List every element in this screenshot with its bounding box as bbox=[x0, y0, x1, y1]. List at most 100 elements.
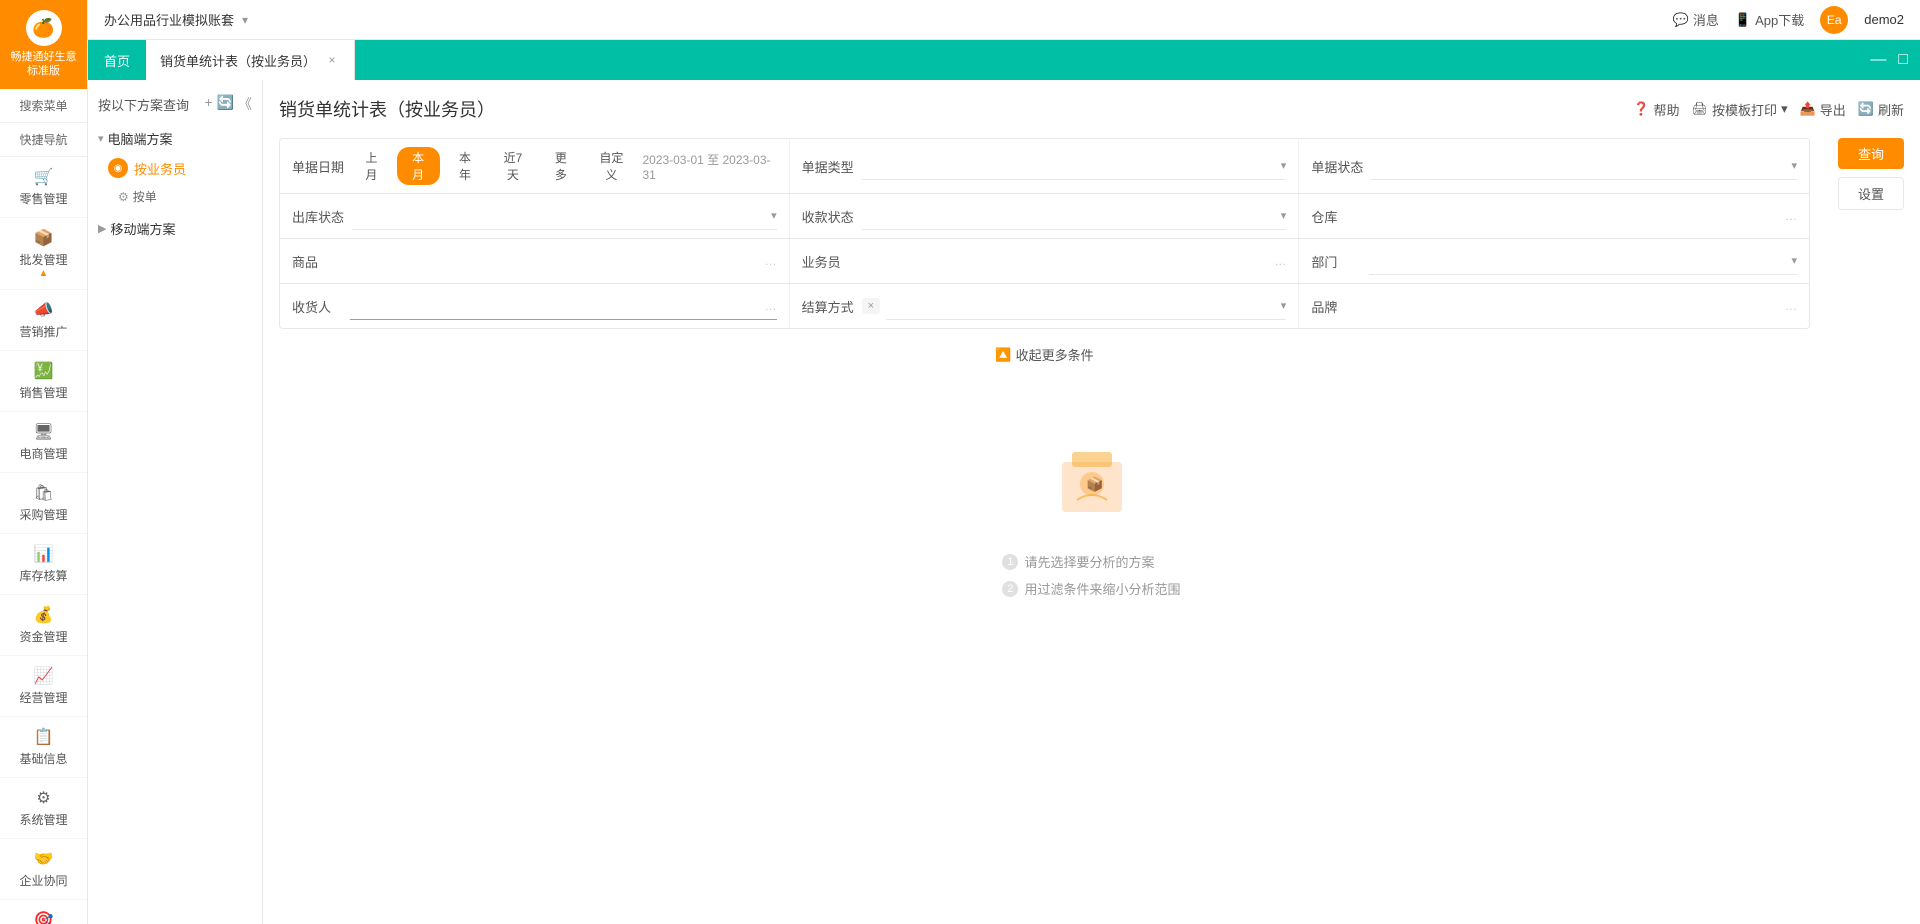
header-dropdown-icon[interactable]: ▾ bbox=[242, 13, 248, 27]
sidebar-item-marketing[interactable]: 📣 营销推广 bbox=[0, 290, 87, 351]
filter-brand-cell: 品牌 … bbox=[1299, 284, 1809, 328]
sidebar-item-operations[interactable]: 📈 经营管理 bbox=[0, 656, 87, 717]
retail-label: 零售管理 bbox=[19, 190, 67, 207]
scheme-salesperson-item[interactable]: ◉ 按业务员 bbox=[88, 153, 262, 183]
empty-state: 📦 1 请先选择要分析的方案 2 用过滤条件来缩小分析范围 bbox=[279, 372, 1904, 658]
mobile-section-label: 移动端方案 bbox=[110, 219, 175, 238]
receiver-label: 收货人 bbox=[292, 297, 342, 316]
filter-receive-status-cell: 收款状态 ▾ bbox=[790, 194, 1300, 238]
doc-status-arrow: ▾ bbox=[1791, 159, 1797, 172]
settings-button[interactable]: 设置 bbox=[1838, 177, 1904, 210]
salesperson-input[interactable]: … bbox=[860, 247, 1287, 275]
date-filter-group: 上月 本月 本年 近7天 更多 自定义 2023-03-01 至 2023-03… bbox=[352, 147, 777, 185]
receiver-dots[interactable]: … bbox=[765, 299, 777, 313]
filter-section: 单据日期 上月 本月 本年 近7天 更多 自定义 2023-03-01 至 20… bbox=[279, 138, 1810, 329]
user-avatar[interactable]: Ea bbox=[1820, 6, 1848, 34]
salesperson-dots[interactable]: … bbox=[1274, 254, 1286, 268]
finance-label: 资金管理 bbox=[19, 628, 67, 645]
product-input[interactable]: … bbox=[350, 247, 777, 275]
brand-dots[interactable]: … bbox=[1785, 299, 1797, 313]
date-this-month-btn[interactable]: 本月 bbox=[397, 147, 440, 185]
tip-text-1: 请先选择要分析的方案 bbox=[1024, 552, 1154, 571]
svg-text:📦: 📦 bbox=[1086, 476, 1103, 493]
doc-type-select[interactable]: ▾ bbox=[862, 152, 1287, 180]
sidebar-item-wholesale[interactable]: 📦 批发管理 ▲ bbox=[0, 218, 87, 290]
empty-tip-1: 1 请先选择要分析的方案 bbox=[1002, 552, 1180, 571]
app-download-label: App下载 bbox=[1755, 10, 1804, 29]
product-dots[interactable]: … bbox=[765, 254, 777, 268]
doc-status-select[interactable]: ▾ bbox=[1371, 152, 1797, 180]
help-icon: ❓ bbox=[1633, 101, 1649, 117]
sidebar-item-ecommerce[interactable]: 🖥 电商管理 bbox=[0, 412, 87, 473]
refresh-scheme-icon[interactable]: 🔄 bbox=[217, 94, 234, 114]
app-download-action[interactable]: 📱 App下载 bbox=[1735, 10, 1804, 29]
tab-sales-stat[interactable]: 销货单统计表（按业务员） × bbox=[146, 40, 355, 80]
collapse-panel-btn[interactable]: 《 bbox=[238, 94, 252, 114]
sub-item-by-doc[interactable]: ⚙ 按单 bbox=[88, 183, 262, 210]
brand-input[interactable]: … bbox=[1369, 292, 1797, 320]
mobile-arrow: ▶ bbox=[98, 222, 106, 235]
filter-payment-cell: 结算方式 × ▾ bbox=[790, 284, 1300, 328]
salesperson-label: 业务员 bbox=[802, 252, 852, 271]
print-btn[interactable]: 🖨 按模板打印 ▾ bbox=[1692, 100, 1788, 119]
ecommerce-icon: 🖥 bbox=[33, 422, 53, 442]
inventory-icon: 📊 bbox=[34, 544, 54, 564]
sidebar-item-sales[interactable]: 💹 销售管理 bbox=[0, 351, 87, 412]
payment-tag-close[interactable]: × bbox=[868, 300, 874, 312]
warehouse-input[interactable]: … bbox=[1369, 202, 1797, 230]
sidebar-quick-nav[interactable]: 快捷导航 bbox=[0, 123, 87, 157]
date-last-month-btn[interactable]: 上月 bbox=[352, 147, 391, 185]
query-button[interactable]: 查询 bbox=[1838, 138, 1904, 169]
page-title-actions: ❓ 帮助 🖨 按模板打印 ▾ 📤 导出 🔄 刷新 bbox=[1633, 100, 1904, 119]
refresh-btn[interactable]: 🔄 刷新 bbox=[1858, 100, 1904, 119]
sidebar-item-inventory[interactable]: 📊 库存核算 bbox=[0, 534, 87, 595]
sales-icon: 💹 bbox=[34, 361, 54, 381]
out-status-select[interactable]: ▾ bbox=[352, 202, 777, 230]
message-action[interactable]: 💬 消息 bbox=[1673, 10, 1719, 29]
department-select[interactable]: ▾ bbox=[1369, 247, 1797, 275]
sidebar-logo[interactable]: 🍊 畅捷通好生意 标准版 bbox=[0, 0, 87, 89]
receive-status-select[interactable]: ▾ bbox=[862, 202, 1287, 230]
date-custom-btn[interactable]: 自定义 bbox=[586, 147, 636, 185]
export-btn[interactable]: 📤 导出 bbox=[1800, 100, 1846, 119]
sidebar-item-enterprise[interactable]: 🤝 企业协同 bbox=[0, 839, 87, 900]
receive-status-label: 收款状态 bbox=[802, 207, 854, 226]
help-btn[interactable]: ❓ 帮助 bbox=[1633, 100, 1679, 119]
pc-section-title[interactable]: ▾ 电脑端方案 bbox=[88, 124, 262, 153]
add-scheme-btn[interactable]: + bbox=[204, 94, 212, 114]
tip-num-2: 2 bbox=[1002, 581, 1018, 597]
filter-doc-status-cell: 单据状态 ▾ bbox=[1299, 139, 1809, 193]
search-menu-label: 搜索菜单 bbox=[19, 99, 67, 113]
tab-home[interactable]: 首页 bbox=[88, 40, 146, 80]
sidebar-item-purchase[interactable]: 🛍 采购管理 bbox=[0, 473, 87, 534]
receiver-input[interactable]: … bbox=[350, 292, 777, 320]
operations-icon: 📈 bbox=[34, 666, 54, 686]
enterprise-icon: 🤝 bbox=[34, 849, 54, 869]
sidebar-item-retail[interactable]: 🛒 零售管理 bbox=[0, 157, 87, 218]
date-this-year-btn[interactable]: 本年 bbox=[446, 147, 485, 185]
mobile-section[interactable]: ▶ 移动端方案 bbox=[88, 214, 262, 243]
purchase-label: 采购管理 bbox=[19, 506, 67, 523]
payment-select[interactable]: ▾ bbox=[886, 292, 1286, 320]
export-label: 导出 bbox=[1820, 100, 1846, 119]
left-panel-pc-section: ▾ 电脑端方案 ◉ 按业务员 ⚙ 按单 bbox=[88, 124, 262, 210]
tip-text-2: 用过滤条件来缩小分析范围 bbox=[1024, 579, 1180, 598]
top-header: 办公用品行业模拟账套 ▾ 💬 消息 📱 App下载 Ea demo2 bbox=[88, 0, 1920, 40]
sidebar-item-system[interactable]: ⚙ 系统管理 bbox=[0, 778, 87, 839]
empty-tip-2: 2 用过滤条件来缩小分析范围 bbox=[1002, 579, 1180, 598]
sidebar-item-finance[interactable]: 💰 资金管理 bbox=[0, 595, 87, 656]
tab-minimize-btn[interactable]: — bbox=[1866, 47, 1890, 73]
collapse-conditions-btn[interactable]: 🔼 收起更多条件 bbox=[279, 337, 1810, 372]
sidebar-search-menu[interactable]: 搜索菜单 bbox=[0, 89, 87, 123]
tab-close-icon[interactable]: × bbox=[324, 52, 340, 68]
pc-section-label: 电脑端方案 bbox=[108, 129, 173, 148]
date-more-btn[interactable]: 更多 bbox=[541, 147, 580, 185]
user-name[interactable]: demo2 bbox=[1864, 12, 1904, 27]
warehouse-dots[interactable]: … bbox=[1785, 209, 1797, 223]
logo-icon: 🍊 bbox=[26, 10, 62, 46]
date-last7-btn[interactable]: 近7天 bbox=[490, 147, 535, 185]
sidebar-item-guide[interactable]: 🎯 新手引导 bbox=[0, 900, 87, 924]
sidebar-item-basic-info[interactable]: 📋 基础信息 bbox=[0, 717, 87, 778]
page-content: 按以下方案查询 + 🔄 《 ▾ 电脑端方案 ◉ 按业务员 bbox=[88, 80, 1920, 924]
tab-maximize-btn[interactable]: □ bbox=[1894, 47, 1912, 73]
